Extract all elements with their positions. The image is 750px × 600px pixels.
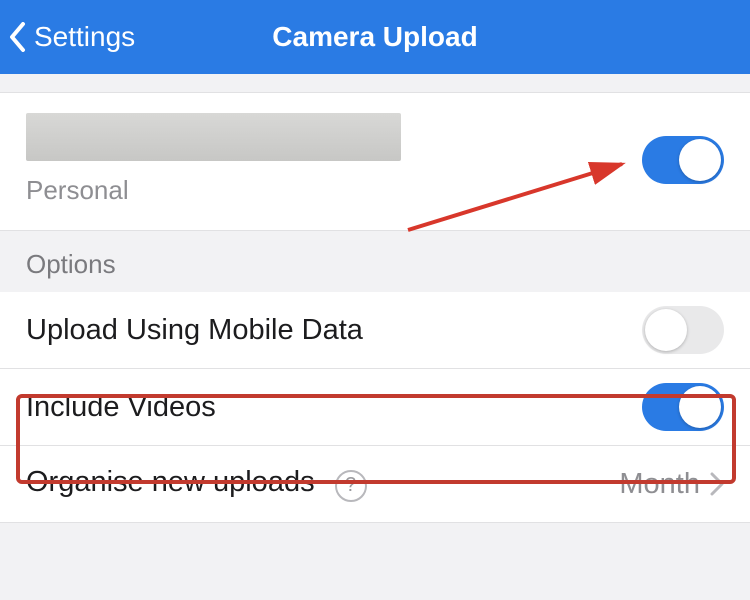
chevron-left-icon [8,22,26,52]
help-icon[interactable]: ? [335,470,367,502]
options-section-header: Options [0,231,750,292]
back-label: Settings [34,21,135,53]
mobile-data-label: Upload Using Mobile Data [26,314,363,347]
account-type-label: Personal [26,175,401,206]
back-button[interactable]: Settings [8,21,135,53]
include-videos-row[interactable]: Include Videos [0,369,750,446]
organise-label-text: Organise new uploads [26,466,315,498]
include-videos-label: Include Videos [26,391,216,424]
organise-value: Month [619,468,700,501]
mobile-data-row[interactable]: Upload Using Mobile Data [0,292,750,369]
account-row: Personal [0,92,750,231]
account-name-redacted [26,113,401,161]
organise-row[interactable]: Organise new uploads ? Month [0,446,750,523]
mobile-data-toggle[interactable] [642,306,724,354]
include-videos-toggle[interactable] [642,383,724,431]
camera-upload-toggle[interactable] [642,136,724,184]
chevron-right-icon [710,472,724,496]
page-title: Camera Upload [272,21,477,53]
organise-label: Organise new uploads ? [26,466,367,502]
navigation-bar: Settings Camera Upload [0,0,750,74]
